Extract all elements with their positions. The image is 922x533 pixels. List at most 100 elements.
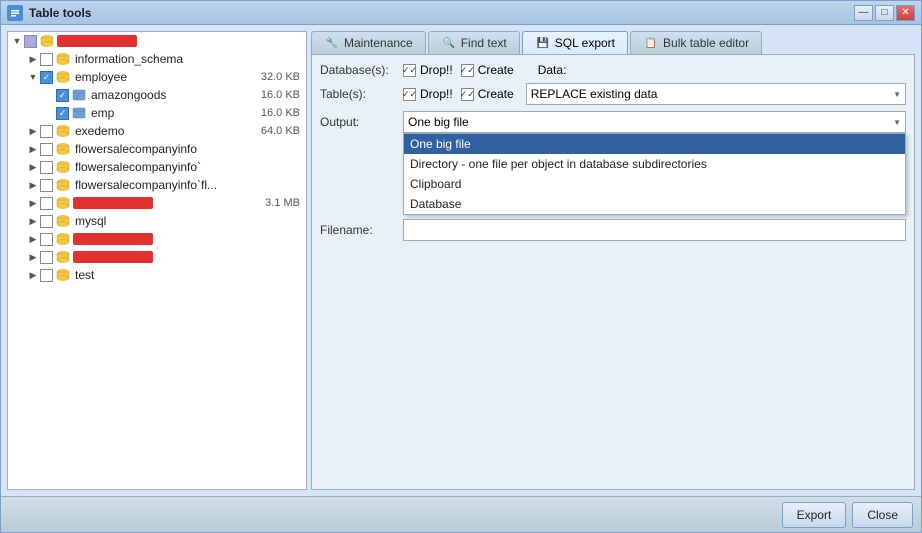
tree-label-info-schema: information_schema	[73, 52, 183, 66]
filename-label: Filename:	[320, 223, 395, 237]
tbl-create-checkbox[interactable]: ✓	[461, 88, 474, 101]
tree-item-redacted2[interactable]: ▶ 3.1 MB	[8, 194, 306, 212]
expander-exedemo[interactable]: ▶	[26, 124, 40, 138]
tree-item-redacted4[interactable]: ▶	[8, 248, 306, 266]
expander-info-schema[interactable]: ▶	[26, 52, 40, 66]
db-icon-redacted2	[55, 195, 71, 211]
tab-sqlexport[interactable]: SQL export	[522, 31, 628, 54]
output-option-clipboard[interactable]: Clipboard	[404, 174, 905, 194]
tree-label-redacted2	[73, 197, 153, 209]
table-icon-amazongoods	[71, 87, 87, 103]
tree-size-exedemo: 64.0 KB	[261, 125, 306, 137]
expander-redacted4[interactable]: ▶	[26, 250, 40, 264]
tree-item-exedemo[interactable]: ▶ exedemo 64.0 KB	[8, 122, 306, 140]
output-row: Output: One big file ▼ One big file Dire…	[320, 111, 906, 133]
tbl-drop-checkbox[interactable]: ✓	[403, 88, 416, 101]
tree-item-amazongoods[interactable]: ✓ amazongoods 16.0 KB	[8, 86, 306, 104]
close-label: Close	[867, 508, 898, 522]
db-create-checkbox[interactable]: ✓	[461, 64, 474, 77]
tree-item-mysql[interactable]: ▶ mysql	[8, 212, 306, 230]
output-dropdown: One big file Directory - one file per ob…	[403, 133, 906, 215]
tree-item-flowersale1[interactable]: ▶ flowersalecompanyinfo	[8, 140, 306, 158]
expander-mysql[interactable]: ▶	[26, 214, 40, 228]
tab-findtext-label: Find text	[461, 36, 507, 50]
db-icon-mysql	[55, 213, 71, 229]
checkbox-flowersale2[interactable]	[40, 161, 53, 174]
checkbox-redacted2[interactable]	[40, 197, 53, 210]
bottom-bar: Export Close	[1, 496, 921, 532]
expander-redacted2[interactable]: ▶	[26, 196, 40, 210]
tab-bulkeditor[interactable]: Bulk table editor	[630, 31, 762, 54]
db-icon-exedemo	[55, 123, 71, 139]
db-icon-flowersale2	[55, 159, 71, 175]
tbl-create-group: ✓ Create	[461, 87, 514, 101]
expander-flowersale2[interactable]: ▶	[26, 160, 40, 174]
checkbox-test[interactable]	[40, 269, 53, 282]
expander-employee[interactable]: ▼	[26, 70, 40, 84]
right-panel: Maintenance Find text SQL export Bulk ta…	[311, 31, 915, 490]
expander-test[interactable]: ▶	[26, 268, 40, 282]
data-select-arrow: ▼	[893, 90, 901, 99]
expander-redacted3[interactable]: ▶	[26, 232, 40, 246]
table-icon-emp	[71, 105, 87, 121]
db-icon-redacted4	[55, 249, 71, 265]
window-title: Table tools	[29, 6, 91, 20]
checkbox-redacted3[interactable]	[40, 233, 53, 246]
output-option-database[interactable]: Database	[404, 194, 905, 214]
output-option-bigfile[interactable]: One big file	[404, 134, 905, 154]
tree-size-amazongoods: 16.0 KB	[261, 89, 306, 101]
databases-row: Database(s): ✓ Drop!! ✓ Create Data:	[320, 63, 906, 77]
maximize-button[interactable]: □	[875, 5, 894, 21]
tree-item-redacted3[interactable]: ▶	[8, 230, 306, 248]
tree-label-flowersale2: flowersalecompanyinfo`	[73, 160, 201, 174]
tree-label-employee: employee	[73, 70, 127, 84]
tree-label-test: test	[73, 268, 94, 282]
tbl-create-label: Create	[478, 87, 514, 101]
close-button[interactable]: Close	[852, 502, 913, 528]
close-window-button[interactable]: ✕	[896, 5, 915, 21]
minimize-button[interactable]: —	[854, 5, 873, 21]
titlebar-controls: — □ ✕	[854, 5, 915, 21]
tree-label-redacted3	[73, 233, 153, 245]
checkbox-info-schema[interactable]	[40, 53, 53, 66]
tree-item-test[interactable]: ▶ test	[8, 266, 306, 284]
findtext-icon	[441, 37, 457, 49]
db-icon-info-schema	[55, 51, 71, 67]
checkbox-flowersale1[interactable]	[40, 143, 53, 156]
db-drop-checkbox[interactable]: ✓	[403, 64, 416, 77]
output-select[interactable]: One big file ▼	[403, 111, 906, 133]
tree-item-root[interactable]: ▼	[8, 32, 306, 50]
data-select[interactable]: REPLACE existing data ▼	[526, 83, 906, 105]
expander-emp	[42, 106, 56, 120]
expander-flowersale1[interactable]: ▶	[26, 142, 40, 156]
tab-maintenance[interactable]: Maintenance	[311, 31, 426, 54]
checkbox-amazongoods[interactable]: ✓	[56, 89, 69, 102]
checkbox-exedemo[interactable]	[40, 125, 53, 138]
filename-input[interactable]	[403, 219, 906, 241]
checkbox-emp[interactable]: ✓	[56, 107, 69, 120]
checkbox-redacted4[interactable]	[40, 251, 53, 264]
tree-item-flowersale3[interactable]: ▶ flowersalecompanyinfo`fl...	[8, 176, 306, 194]
sql-export-icon	[535, 37, 551, 49]
tree-size-emp: 16.0 KB	[261, 107, 306, 119]
main-window: Table tools — □ ✕ ▼	[0, 0, 922, 533]
tree-item-employee[interactable]: ▼ ✓ employee 32.0 KB	[8, 68, 306, 86]
output-select-value: One big file	[408, 115, 469, 129]
db-drop-label: Drop!!	[420, 63, 453, 77]
tree-item-info-schema[interactable]: ▶ information_schema	[8, 50, 306, 68]
expander-flowersale3[interactable]: ▶	[26, 178, 40, 192]
checkbox-mysql[interactable]	[40, 215, 53, 228]
checkbox-employee[interactable]: ✓	[40, 71, 53, 84]
db-drop-group: ✓ Drop!!	[403, 63, 453, 77]
checkbox-root[interactable]	[24, 35, 37, 48]
output-option-directory[interactable]: Directory - one file per object in datab…	[404, 154, 905, 174]
expander-root[interactable]: ▼	[10, 34, 24, 48]
checkbox-flowersale3[interactable]	[40, 179, 53, 192]
tree-label-flowersale1: flowersalecompanyinfo	[73, 142, 197, 156]
tree-item-flowersale2[interactable]: ▶ flowersalecompanyinfo`	[8, 158, 306, 176]
db-icon-redacted3	[55, 231, 71, 247]
tab-findtext[interactable]: Find text	[428, 31, 520, 54]
tree-item-emp[interactable]: ✓ emp 16.0 KB	[8, 104, 306, 122]
tables-label: Table(s):	[320, 87, 395, 101]
export-button[interactable]: Export	[782, 502, 847, 528]
